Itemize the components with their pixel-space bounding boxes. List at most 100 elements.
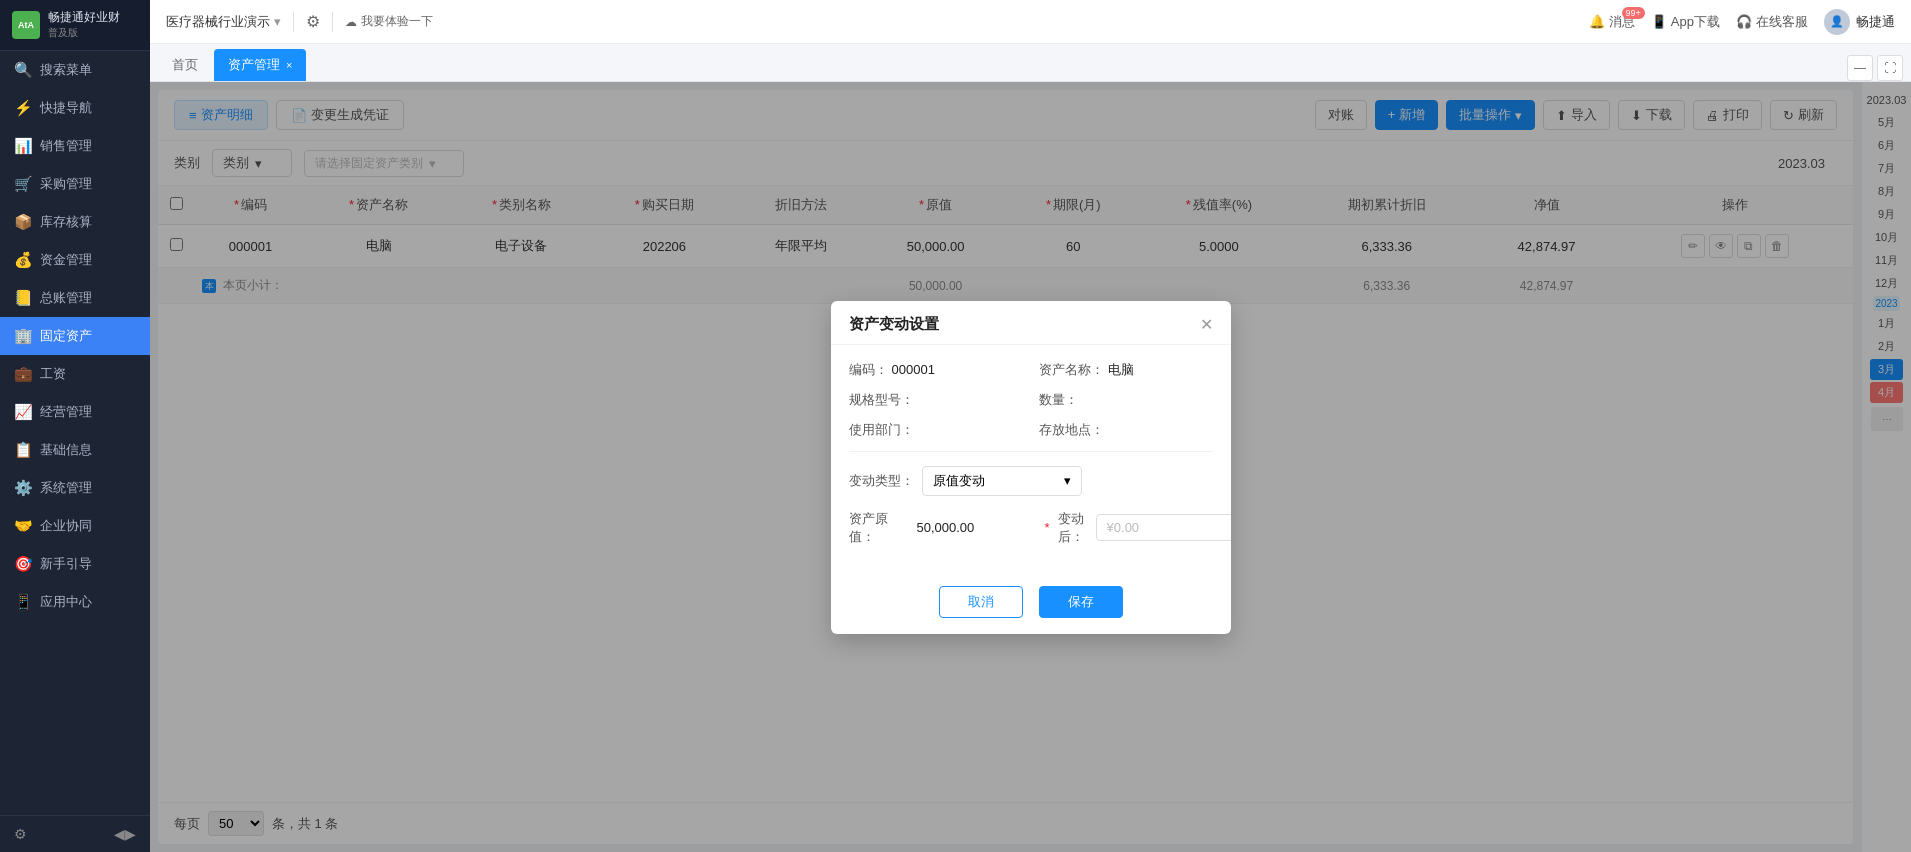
sidebar-item-label: 采购管理 <box>40 175 92 193</box>
original-value-display: 50,000.00 <box>917 520 1037 535</box>
collapse-icon[interactable]: ◀▶ <box>114 826 136 842</box>
sidebar-item-label: 企业协同 <box>40 517 92 535</box>
cart-icon: 🛒 <box>14 175 32 193</box>
sidebar-item-label: 系统管理 <box>40 479 92 497</box>
sidebar-item-label: 新手引导 <box>40 555 92 573</box>
divider <box>293 12 294 32</box>
sidebar-item-label: 快捷导航 <box>40 99 92 117</box>
topbar-right: 🔔 消息 99+ 📱 App下载 🎧 在线客服 👤 畅捷通 <box>1589 9 1895 35</box>
sidebar-item-finance[interactable]: 💰 资金管理 <box>0 241 150 279</box>
sidebar-item-collab[interactable]: 🤝 企业协同 <box>0 507 150 545</box>
sidebar-item-system[interactable]: ⚙️ 系统管理 <box>0 469 150 507</box>
sidebar-item-label: 基础信息 <box>40 441 92 459</box>
dialog-spec-field: 规格型号： <box>849 391 1023 409</box>
sidebar-item-fixed-assets[interactable]: 🏢 固定资产 <box>0 317 150 355</box>
settings-btn[interactable]: ⚙ <box>306 12 320 31</box>
dialog-code-value: 000001 <box>892 362 935 377</box>
settings-icon[interactable]: ⚙ <box>14 826 27 842</box>
sidebar-item-label: 库存核算 <box>40 213 92 231</box>
tab-asset-mgmt[interactable]: 资产管理 × <box>214 49 306 81</box>
sidebar-item-label: 搜索菜单 <box>40 61 92 79</box>
logo-icon: AtA <box>12 11 40 39</box>
sidebar-item-ops[interactable]: 📈 经营管理 <box>0 393 150 431</box>
app-edition: 普及版 <box>48 26 120 40</box>
notifications-btn[interactable]: 🔔 消息 99+ <box>1589 13 1635 31</box>
content-area: ≡ 资产明细 📄 变更生成凭证 对账 + 新增 批量操作 ▾ <box>150 82 1911 852</box>
sidebar-item-ledger[interactable]: 📒 总账管理 <box>0 279 150 317</box>
change-type-select[interactable]: 原值变动 ▾ <box>922 466 1082 496</box>
save-button[interactable]: 保存 <box>1039 586 1123 618</box>
dialog-row-2: 规格型号： 数量： <box>849 391 1213 409</box>
lightning-icon: ⚡ <box>14 99 32 117</box>
window-minimize-btn[interactable]: — <box>1847 55 1873 81</box>
sidebar-item-inventory[interactable]: 📦 库存核算 <box>0 203 150 241</box>
dialog-original-value-row: 资产原值： 50,000.00 * 变动后： <box>849 510 1213 546</box>
app-name: 畅捷通好业财 <box>48 10 120 26</box>
divider2 <box>332 12 333 32</box>
dialog-change-type-row: 变动类型： 原值变动 ▾ <box>849 466 1213 496</box>
sidebar-item-basic[interactable]: 📋 基础信息 <box>0 431 150 469</box>
avatar: 👤 <box>1824 9 1850 35</box>
change-after-input[interactable] <box>1096 514 1231 541</box>
sidebar-item-label: 工资 <box>40 365 66 383</box>
dialog-asset-name-field: 资产名称： 电脑 <box>1039 361 1213 379</box>
sidebar-item-guide[interactable]: 🎯 新手引导 <box>0 545 150 583</box>
username: 畅捷通 <box>1856 13 1895 31</box>
app-download-btn[interactable]: 📱 App下载 <box>1651 13 1720 31</box>
tab-close-btn[interactable]: × <box>286 59 292 71</box>
company-name[interactable]: 医疗器械行业演示 ▾ <box>166 13 281 31</box>
bell-icon: 🔔 <box>1589 14 1605 29</box>
dialog-divider <box>849 451 1213 452</box>
dropdown-icon: ▾ <box>274 14 281 29</box>
main-area: 医疗器械行业演示 ▾ ⚙ ☁ 我要体验一下 🔔 消息 99+ 📱 App下载 🎧… <box>150 0 1911 852</box>
user-menu[interactable]: 👤 畅捷通 <box>1824 9 1895 35</box>
chevron-down-icon: ▾ <box>1064 473 1071 488</box>
asset-change-dialog: 资产变动设置 ✕ 编码： 000001 资产名称： 电脑 <box>831 301 1231 634</box>
briefcase-icon: 💼 <box>14 365 32 383</box>
window-restore-btn[interactable]: ⛶ <box>1877 55 1903 81</box>
sidebar-item-label: 资金管理 <box>40 251 92 269</box>
dialog-row-3: 使用部门： 存放地点： <box>849 421 1213 439</box>
cancel-button[interactable]: 取消 <box>939 586 1023 618</box>
sidebar-item-purchase[interactable]: 🛒 采购管理 <box>0 165 150 203</box>
dialog-title: 资产变动设置 <box>849 315 939 334</box>
sidebar-item-app[interactable]: 📱 应用中心 <box>0 583 150 621</box>
trending-icon: 📈 <box>14 403 32 421</box>
search-icon: 🔍 <box>14 61 32 79</box>
sidebar-item-label: 经营管理 <box>40 403 92 421</box>
target-icon: 🎯 <box>14 555 32 573</box>
sidebar-item-payroll[interactable]: 💼 工资 <box>0 355 150 393</box>
sidebar-item-label: 总账管理 <box>40 289 92 307</box>
dialog-row-1: 编码： 000001 资产名称： 电脑 <box>849 361 1213 379</box>
sidebar-footer: ⚙ ◀▶ <box>0 815 150 852</box>
notif-badge: 99+ <box>1622 7 1645 19</box>
sidebar-item-search[interactable]: 🔍 搜索菜单 <box>0 51 150 89</box>
phone-icon: 📱 <box>1651 14 1667 29</box>
clipboard-icon: 📋 <box>14 441 32 459</box>
dialog-dept-field: 使用部门： <box>849 421 1023 439</box>
dialog-asset-name-value: 电脑 <box>1108 361 1134 379</box>
sidebar: AtA 畅捷通好业财 普及版 🔍 搜索菜单 ⚡ 快捷导航 📊 销售管理 🛒 采购… <box>0 0 150 852</box>
tabbar: 首页 资产管理 × — ⛶ <box>150 44 1911 82</box>
sidebar-item-sales[interactable]: 📊 销售管理 <box>0 127 150 165</box>
gear-icon: ⚙️ <box>14 479 32 497</box>
dialog-close-btn[interactable]: ✕ <box>1200 315 1213 334</box>
sidebar-item-label: 固定资产 <box>40 327 92 345</box>
dialog-location-field: 存放地点： <box>1039 421 1213 439</box>
change-type-label: 变动类型： <box>849 472 914 490</box>
cloud-icon: ☁ <box>345 15 357 29</box>
online-service-btn[interactable]: 🎧 在线客服 <box>1736 13 1808 31</box>
experience-btn[interactable]: ☁ 我要体验一下 <box>345 13 433 30</box>
sidebar-item-label: 销售管理 <box>40 137 92 155</box>
sidebar-nav: 🔍 搜索菜单 ⚡ 快捷导航 📊 销售管理 🛒 采购管理 📦 库存核算 💰 资金管… <box>0 51 150 815</box>
tab-controls: — ⛶ <box>1839 55 1911 81</box>
sidebar-item-quicknav[interactable]: ⚡ 快捷导航 <box>0 89 150 127</box>
topbar: 医疗器械行业演示 ▾ ⚙ ☁ 我要体验一下 🔔 消息 99+ 📱 App下载 🎧… <box>150 0 1911 44</box>
book-icon: 📒 <box>14 289 32 307</box>
change-after-label: 变动后： <box>1058 510 1084 546</box>
dialog-header: 资产变动设置 ✕ <box>831 301 1231 345</box>
building-icon: 🏢 <box>14 327 32 345</box>
tab-home[interactable]: 首页 <box>158 49 212 81</box>
dialog-code-field: 编码： 000001 <box>849 361 1023 379</box>
handshake-icon: 🤝 <box>14 517 32 535</box>
